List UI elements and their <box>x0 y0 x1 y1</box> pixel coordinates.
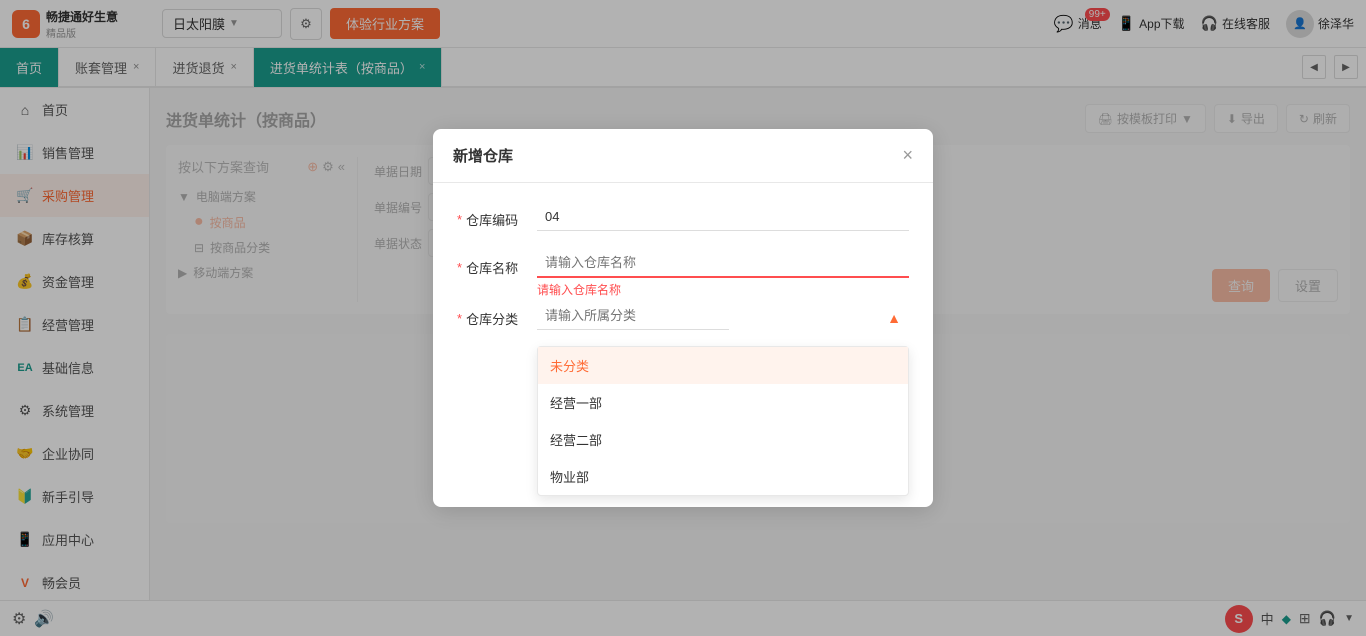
dropdown-item-uncategorized[interactable]: 未分类 <box>538 347 908 384</box>
new-warehouse-modal: 新增仓库 × * 仓库编码 * 仓库名称 <box>433 129 933 507</box>
modal-header: 新增仓库 × <box>433 129 933 183</box>
modal-body: * 仓库编码 * 仓库名称 请输入仓库名称 * <box>433 183 933 368</box>
modal-title: 新增仓库 <box>453 145 513 166</box>
warehouse-name-row: * 仓库名称 请输入仓库名称 <box>457 249 909 278</box>
dropdown-item-dept2[interactable]: 经营二部 <box>538 421 908 458</box>
warehouse-code-input[interactable] <box>537 203 909 231</box>
dropdown-item-property[interactable]: 物业部 <box>538 458 908 495</box>
modal-overlay: 新增仓库 × * 仓库编码 * 仓库名称 <box>0 0 1366 636</box>
modal-close-button[interactable]: × <box>902 145 913 166</box>
warehouse-category-input[interactable] <box>537 302 729 330</box>
warehouse-name-input[interactable] <box>537 249 909 278</box>
dropdown-item-dept1[interactable]: 经营一部 <box>538 384 908 421</box>
warehouse-code-label: * 仓库编码 <box>457 203 537 229</box>
warehouse-code-row: * 仓库编码 <box>457 203 909 231</box>
category-dropdown: 未分类 经营一部 经营二部 物业部 <box>537 346 909 496</box>
warehouse-name-label: * 仓库名称 <box>457 251 537 277</box>
warehouse-category-row: * 仓库分类 ▲ 未分类 经营一部 经营二部 物业部 <box>457 302 909 330</box>
category-field-wrap: ▲ 未分类 经营一部 经营二部 物业部 <box>537 302 909 330</box>
warehouse-category-label: * 仓库分类 <box>457 302 537 328</box>
warehouse-name-error: 请输入仓库名称 <box>537 281 621 298</box>
category-dropdown-arrow[interactable]: ▲ <box>887 310 901 326</box>
